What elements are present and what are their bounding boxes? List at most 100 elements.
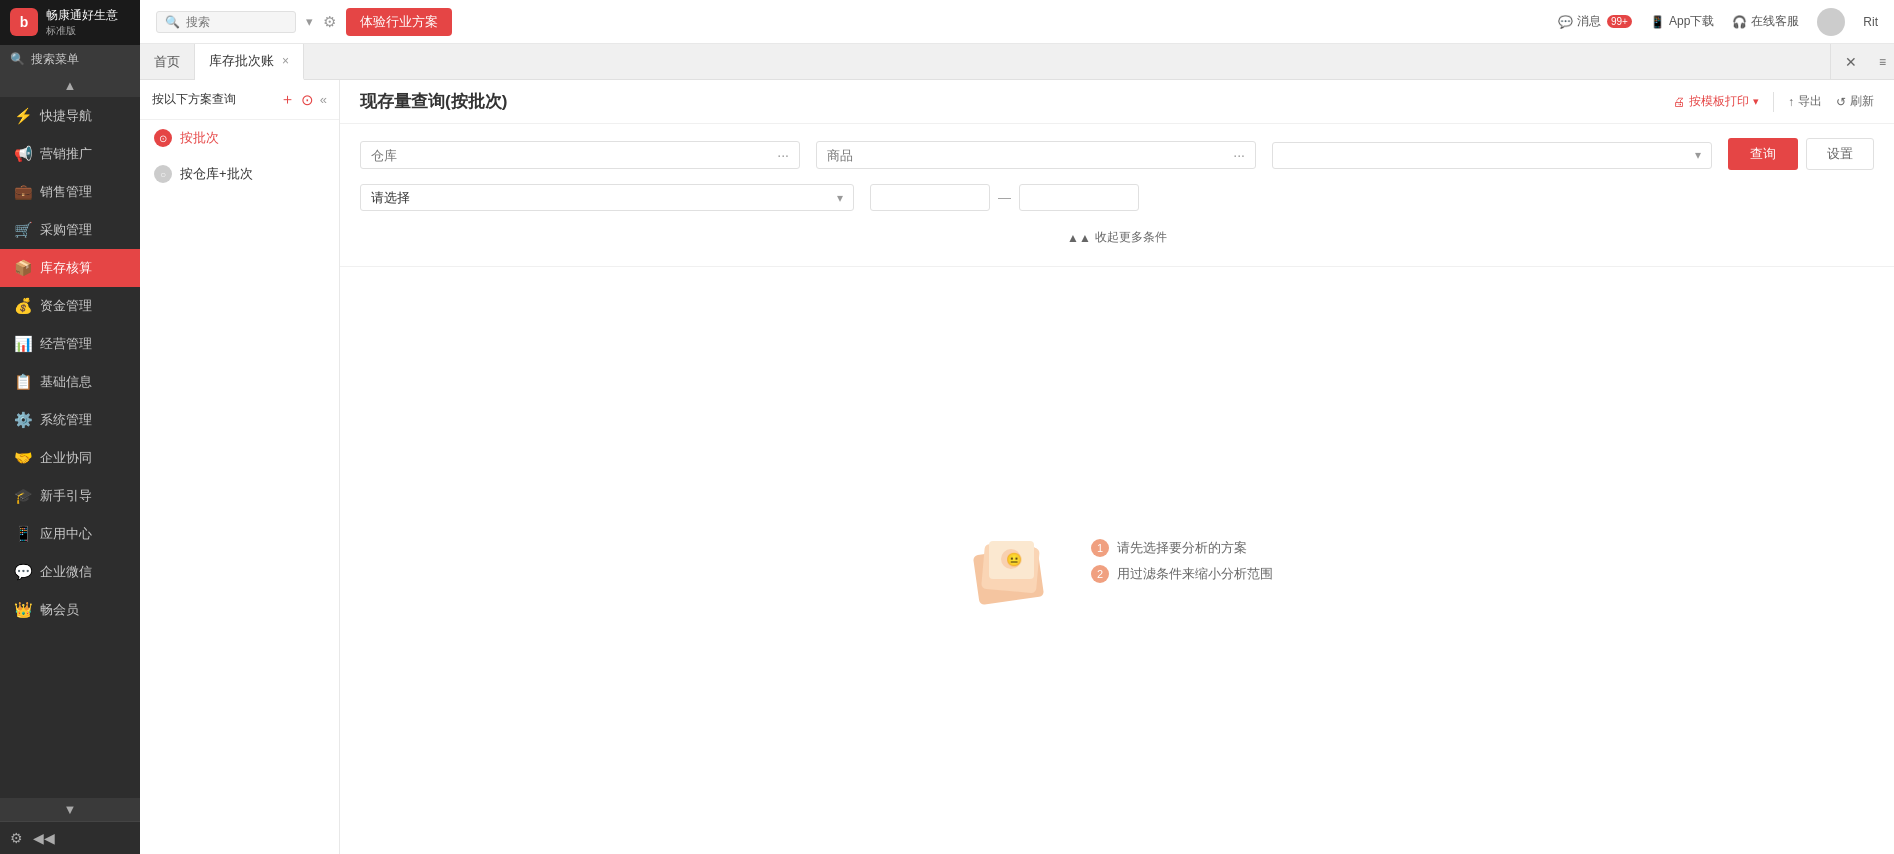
status-select[interactable] — [1283, 148, 1689, 163]
sidebar-item-enterprise[interactable]: 🤝 企业协同 — [0, 439, 140, 477]
empty-hints: 1 请先选择要分析的方案 2 用过滤条件来缩小分析范围 — [1091, 539, 1273, 583]
collapse-more-btn[interactable]: ▲▲ 收起更多条件 — [360, 223, 1874, 252]
topbar-gear-icon[interactable]: ⚙ — [323, 13, 336, 31]
sidebar-item-member[interactable]: 👑 畅会员 — [0, 591, 140, 629]
main-area: 🔍 ▾ ⚙ 体验行业方案 💬 消息 99+ 📱 App下载 🎧 在线客服 Rit — [140, 0, 1894, 854]
scroll-up-btn[interactable]: ▲ — [0, 74, 140, 97]
tab-side-arrow-btn[interactable]: ≡ — [1871, 44, 1894, 80]
weixin-icon: 💬 — [14, 563, 32, 581]
sidebar-item-basics[interactable]: 📋 基础信息 — [0, 363, 140, 401]
operations-icon: 📊 — [14, 335, 32, 353]
app-download-btn[interactable]: 📱 App下载 — [1650, 13, 1714, 30]
range-dash: — — [998, 190, 1011, 205]
filter-stock-status: 请选择 ▾ — [360, 184, 854, 211]
product-input-wrap[interactable]: ··· — [816, 141, 1256, 169]
empty-svg-illustration: 😐 — [961, 511, 1061, 611]
warehouse-input-wrap[interactable]: ··· — [360, 141, 800, 169]
refresh-btn[interactable]: ↺ 刷新 — [1836, 93, 1874, 110]
user-avatar[interactable] — [1817, 8, 1845, 36]
sidebar-nav: ⚡ 快捷导航 📢 营销推广 💼 销售管理 🛒 采购管理 📦 库存核算 💰 资金管… — [0, 97, 140, 798]
trial-industry-button[interactable]: 体验行业方案 — [346, 8, 452, 36]
product-more-icon[interactable]: ··· — [1233, 147, 1245, 163]
scheme-header: 按以下方案查询 ＋ ⊙ « — [140, 80, 339, 120]
sidebar-footer: ⚙ ◀◀ — [0, 821, 140, 854]
phone-icon: 📱 — [1650, 15, 1665, 29]
search-menu-item[interactable]: 🔍 搜索菜单 — [0, 45, 140, 74]
sidebar-item-finance[interactable]: 💰 资金管理 — [0, 287, 140, 325]
search-icon: 🔍 — [10, 52, 25, 66]
scheme-collapse-btn[interactable]: « — [320, 92, 327, 107]
online-service-btn[interactable]: 🎧 在线客服 — [1732, 13, 1799, 30]
sidebar-item-quick-nav[interactable]: ⚡ 快捷导航 — [0, 97, 140, 135]
sidebar-header: b 畅康通好生意 标准版 — [0, 0, 140, 45]
topbar-dropdown-chevron[interactable]: ▾ — [306, 14, 313, 29]
topbar-search-input[interactable] — [186, 15, 276, 29]
scroll-down-btn[interactable]: ▼ — [0, 798, 140, 821]
product-input[interactable] — [827, 148, 1227, 163]
stock-status-select-wrap[interactable]: 请选择 ▾ — [360, 184, 854, 211]
collapse-chevron-icon: ▲▲ — [1067, 231, 1091, 245]
username-label[interactable]: Rit — [1863, 15, 1878, 29]
sidebar-item-marketing[interactable]: 📢 营销推广 — [0, 135, 140, 173]
quicknav-icon: ⚡ — [14, 107, 32, 125]
appcenter-icon: 📱 — [14, 525, 32, 543]
basics-icon: 📋 — [14, 373, 32, 391]
messages-icon: 💬 — [1558, 15, 1573, 29]
warehouse-input[interactable] — [371, 148, 771, 163]
sidebar-item-sales[interactable]: 💼 销售管理 — [0, 173, 140, 211]
purchase-icon: 🛒 — [14, 221, 32, 239]
sidebar-item-operations[interactable]: 📊 经营管理 — [0, 325, 140, 363]
page-header-actions: 🖨 按模板打印 ▾ ↑ 导出 ↺ 刷新 — [1673, 92, 1874, 112]
filter-status: ▾ — [1272, 142, 1712, 169]
export-icon: ↑ — [1788, 95, 1794, 109]
filter-product: ··· — [816, 141, 1256, 169]
scheme-add-btn[interactable]: ＋ — [280, 90, 295, 109]
filter-warehouse: ··· — [360, 141, 800, 169]
messages-btn[interactable]: 💬 消息 99+ — [1558, 13, 1632, 30]
filter-area: ··· ··· ▾ — [340, 124, 1894, 267]
topbar-search-box[interactable]: 🔍 — [156, 11, 296, 33]
filter-stock-qty: — — [870, 184, 1364, 211]
settings-button[interactable]: 设置 — [1806, 138, 1874, 170]
stock-status-select[interactable]: 请选择 — [371, 190, 831, 205]
tab-close-btn[interactable]: × — [282, 55, 289, 67]
sidebar-item-purchase[interactable]: 🛒 采购管理 — [0, 211, 140, 249]
stock-status-chevron-icon: ▾ — [837, 191, 843, 205]
print-chevron-icon: ▾ — [1753, 95, 1759, 108]
scheme-item-warehouse-batch[interactable]: ○ 按仓库+批次 — [140, 156, 339, 192]
print-icon: 🖨 — [1673, 95, 1685, 109]
scheme-settings-btn[interactable]: ⊙ — [301, 91, 314, 109]
print-template-btn[interactable]: 🖨 按模板打印 ▾ — [1673, 93, 1759, 110]
warehouse-more-icon[interactable]: ··· — [777, 147, 789, 163]
sidebar-item-appcenter[interactable]: 📱 应用中心 — [0, 515, 140, 553]
status-chevron-icon: ▾ — [1695, 148, 1701, 162]
system-icon: ⚙️ — [14, 411, 32, 429]
export-btn[interactable]: ↑ 导出 — [1788, 93, 1822, 110]
sidebar-item-system[interactable]: ⚙️ 系统管理 — [0, 401, 140, 439]
empty-state: 😐 1 请先选择要分析的方案 2 用过滤条件来缩小分析范围 — [340, 267, 1894, 854]
collapse-sidebar-btn[interactable]: ◀◀ — [33, 830, 55, 846]
scheme-item-batch[interactable]: ⊙ 按批次 — [140, 120, 339, 156]
refresh-icon: ↺ — [1836, 95, 1846, 109]
tab-inventory-batch[interactable]: 库存批次账 × — [195, 44, 304, 80]
svg-text:😐: 😐 — [1006, 551, 1023, 568]
scheme-panel: 按以下方案查询 ＋ ⊙ « ⊙ 按批次 ○ 按仓库+批次 — [140, 80, 340, 854]
topbar-search-icon: 🔍 — [165, 15, 180, 29]
empty-hint-2: 2 用过滤条件来缩小分析范围 — [1091, 565, 1273, 583]
sidebar: b 畅康通好生意 标准版 🔍 搜索菜单 ▲ ⚡ 快捷导航 📢 营销推广 💼 销售… — [0, 0, 140, 854]
sidebar-item-newbie[interactable]: 🎓 新手引导 — [0, 477, 140, 515]
stock-qty-min-input[interactable] — [870, 184, 990, 211]
sidebar-item-weixin[interactable]: 💬 企业微信 — [0, 553, 140, 591]
inventory-icon: 📦 — [14, 259, 32, 277]
query-button[interactable]: 查询 — [1728, 138, 1798, 170]
tab-home[interactable]: 首页 — [140, 44, 195, 80]
filter-row-1: ··· ··· ▾ — [360, 138, 1874, 172]
stock-qty-max-input[interactable] — [1019, 184, 1139, 211]
content-area: 按以下方案查询 ＋ ⊙ « ⊙ 按批次 ○ 按仓库+批次 现存量查询(按批次) — [140, 80, 1894, 854]
filter-row-2: 请选择 ▾ — — [360, 184, 1874, 211]
tab-side-close-btn[interactable]: ✕ — [1830, 44, 1871, 80]
settings-footer-btn[interactable]: ⚙ — [10, 830, 23, 846]
sidebar-item-inventory[interactable]: 📦 库存核算 — [0, 249, 140, 287]
enterprise-icon: 🤝 — [14, 449, 32, 467]
status-select-wrap[interactable]: ▾ — [1272, 142, 1712, 169]
